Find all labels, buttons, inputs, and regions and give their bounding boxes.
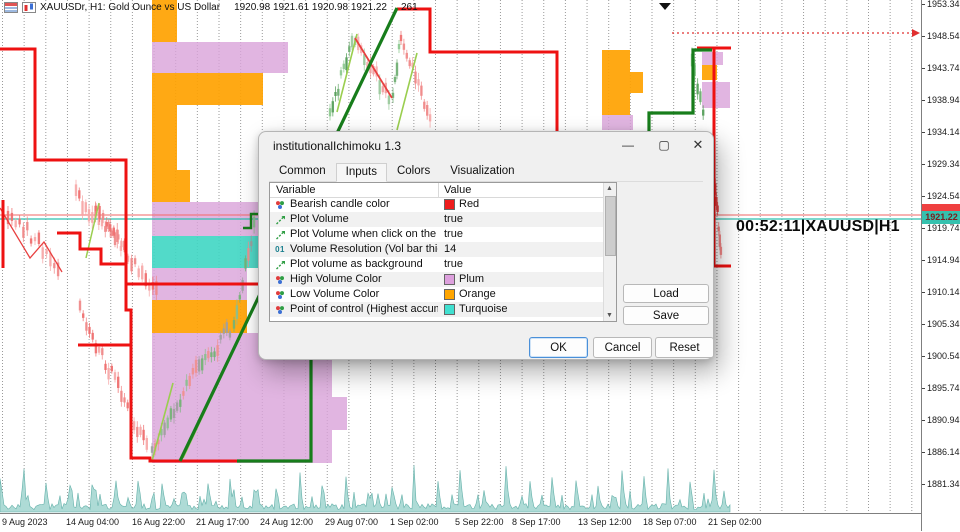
price-tick-label: 1890.94 [927,415,960,425]
time-axis[interactable]: 9 Aug 2023 14 Aug 04:00 16 Aug 22:00 21 Aug… [0,513,921,532]
scroll-up-icon[interactable]: ▲ [604,183,615,194]
price-tick-label: 1929.34 [927,159,960,169]
row-type-icon [274,290,286,300]
price-axis[interactable]: 1953.34 1948.54 1943.74 1938.94 1934.14 1929.… [921,0,960,531]
minimize-button[interactable]: — [615,135,641,155]
row-type-icon [274,305,286,315]
price-tick-label: 1910.14 [927,287,960,297]
row-value[interactable]: Orange [438,287,604,302]
row-variable: Point of control (Highest accumulation .… [290,303,438,315]
current-price-tag: 1921.22 [922,211,960,224]
time-tick-label: 18 Sep 07:00 [643,517,697,527]
load-button[interactable]: Load [623,284,709,303]
column-header-value: Value [444,184,472,196]
symbol-title: XAUUSDr, H1: Gold Ounce vs US Dollar [40,2,221,13]
price-tick-label: 1905.34 [927,319,960,329]
time-tick-label: 29 Aug 07:00 [325,517,379,527]
row-variable: Volume Resolution (Vol bar thickness) [290,243,438,255]
row-variable: Plot Volume when click on the channel [290,228,438,240]
table-row[interactable]: Point of control (Highest accumulation .… [270,302,604,317]
price-tick-label: 1953.34 [927,0,960,9]
close-icon[interactable]: ✕ [685,135,711,155]
price-tick-label: 1895.74 [927,383,960,393]
price-tick-label: 1938.94 [927,95,960,105]
price-tick-label: 1886.14 [927,447,960,457]
row-type-icon: 01 [275,245,285,254]
indicator-icon[interactable] [22,2,36,13]
table-header-row: Variable Value [270,183,604,198]
time-tick-label: 13 Sep 12:00 [578,517,632,527]
row-type-icon [274,260,286,270]
table-row[interactable]: Plot volume as background true [270,257,604,272]
table-row[interactable]: High Volume Color Plum [270,272,604,287]
tick-volume-readout: 261 [401,2,418,13]
table-row[interactable]: Plot Volume true [270,212,604,227]
mt5-chart-window: XAUUSDr, H1: Gold Ounce vs US Dollar 192… [0,0,960,532]
time-tick-label: 5 Sep 22:00 [455,517,504,527]
table-row[interactable]: Plot Volume when click on the channeltru… [270,227,604,242]
color-swatch [444,289,455,300]
time-tick-label: 14 Aug 04:00 [66,517,120,527]
row-value[interactable]: Turquoise [438,302,604,317]
ohlc-readout: 1920.98 1921.61 1920.98 1921.22 [234,2,387,13]
time-tick-label: 9 Aug 2023 [2,517,48,527]
tab-visualization[interactable]: Visualization [440,162,524,181]
parameters-table: Variable Value Bearish candle color Red Pl… [269,182,617,322]
row-type-icon [274,230,286,240]
tab-common[interactable]: Common [269,162,336,181]
table-row[interactable]: Low Volume Color Orange [270,287,604,302]
color-swatch [444,199,455,210]
row-type-icon [274,215,286,225]
row-value[interactable]: true [438,227,604,242]
chart-title-overlay: XAUUSDr, H1: Gold Ounce vs US Dollar 192… [4,2,418,13]
row-value[interactable]: true [438,257,604,272]
row-type-icon [274,200,286,210]
row-variable: Bearish candle color [290,198,390,210]
chart-properties-icon[interactable] [4,2,18,13]
indicator-properties-dialog: institutionalIchimoku 1.3 — ▢ ✕ Common In… [258,131,714,360]
time-tick-label: 21 Aug 17:00 [196,517,250,527]
time-tick-label: 21 Sep 02:00 [708,517,762,527]
price-tick-label: 1881.34 [927,479,960,489]
time-tick-label: 1 Sep 02:00 [390,517,439,527]
save-button[interactable]: Save [623,306,709,325]
row-type-icon [274,275,286,285]
row-value[interactable]: Red [438,197,604,212]
price-tick-label: 1900.54 [927,351,960,361]
table-row[interactable]: Bearish candle color Red [270,197,604,212]
color-swatch [444,274,455,285]
dialog-titlebar[interactable]: institutionalIchimoku 1.3 — ▢ ✕ [259,132,713,158]
row-value[interactable]: true [438,212,604,227]
cancel-button[interactable]: Cancel [593,337,652,358]
reset-button[interactable]: Reset [655,337,714,358]
row-value[interactable]: 14 [438,242,604,257]
table-scrollbar[interactable]: ▲ ▼ [603,183,616,321]
color-swatch [444,304,455,315]
table-row[interactable]: 01 Volume Resolution (Vol bar thickness)1… [270,242,604,257]
row-variable: Plot Volume [290,213,349,225]
price-tick-label: 1948.54 [927,31,960,41]
price-tick-label: 1924.54 [927,191,960,201]
tab-colors[interactable]: Colors [387,162,440,181]
scroll-down-icon[interactable]: ▼ [604,310,615,321]
tab-inputs[interactable]: Inputs [335,163,387,182]
dialog-title: institutionalIchimoku 1.3 [273,139,402,153]
price-tick-label: 1914.94 [927,255,960,265]
row-variable: Low Volume Color [290,288,380,300]
row-value[interactable]: Plum [438,272,604,287]
ok-button[interactable]: OK [529,337,588,358]
candle-countdown-label: 00:52:11|XAUUSD|H1 [736,218,900,235]
dialog-tab-bar: Common Inputs Colors Visualization [269,160,703,182]
maximize-button[interactable]: ▢ [651,135,677,155]
scrollbar-thumb[interactable] [605,196,616,256]
price-tick-label: 1919.74 [927,223,960,233]
row-variable: Plot volume as background [290,258,423,270]
row-variable: High Volume Color [290,273,382,285]
price-tick-label: 1943.74 [927,63,960,73]
time-tick-label: 16 Aug 22:00 [132,517,186,527]
time-tick-label: 8 Sep 17:00 [512,517,561,527]
column-header-variable: Variable [276,184,316,196]
price-tick-label: 1934.14 [927,127,960,137]
time-tick-label: 24 Aug 12:00 [260,517,314,527]
